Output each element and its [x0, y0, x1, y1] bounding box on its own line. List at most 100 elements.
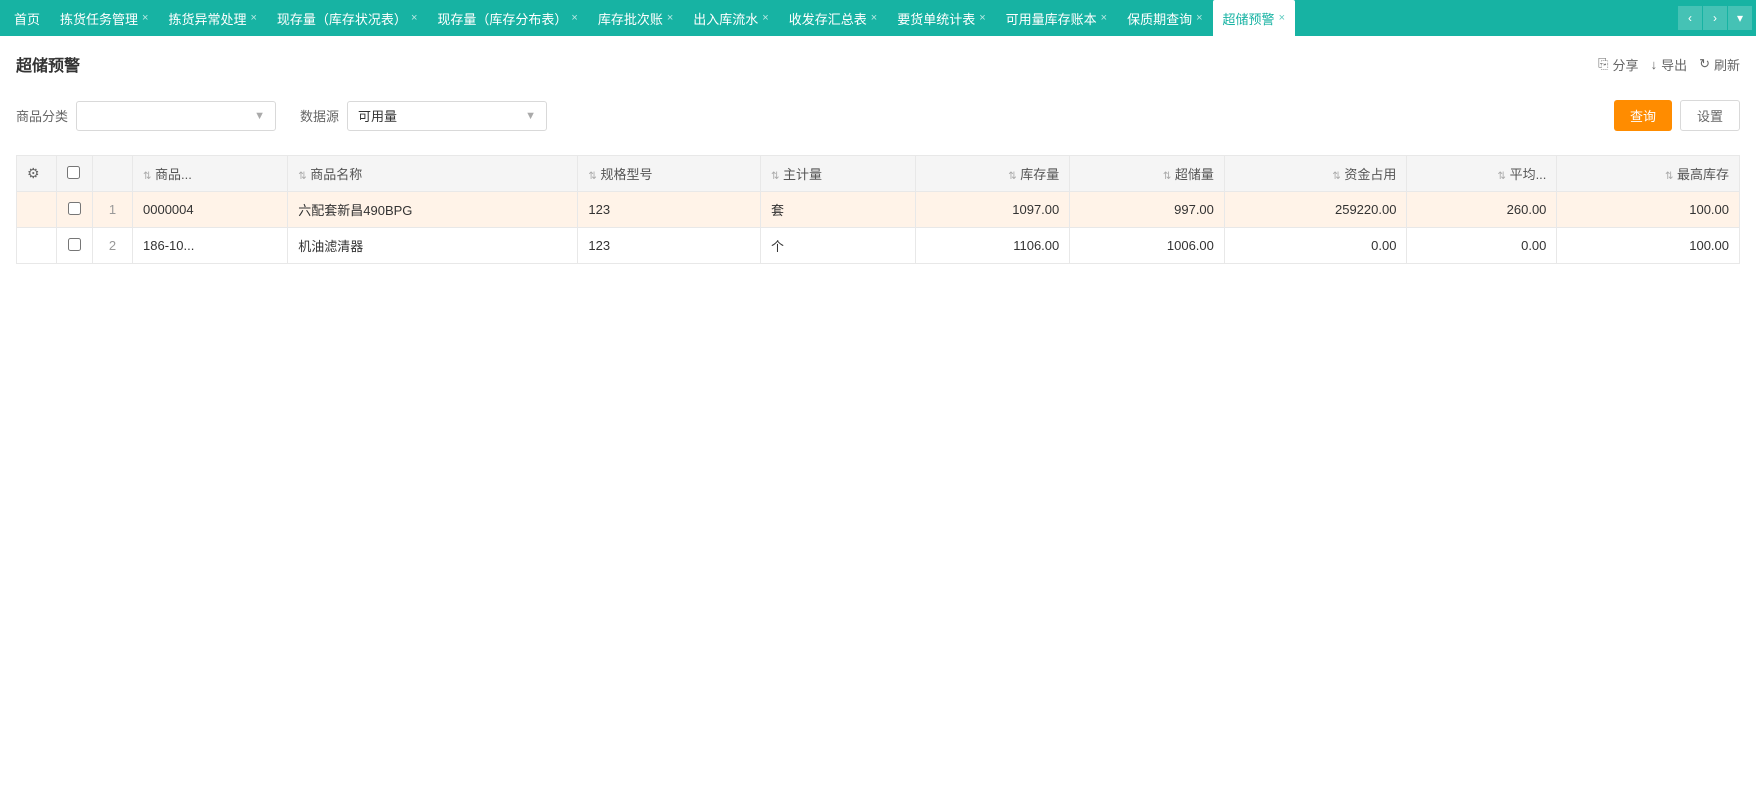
nav-in-out-flow[interactable]: 出入库流水 × — [683, 0, 778, 36]
col-header-spec[interactable]: ⇅ 规格型号 — [578, 156, 761, 192]
nav-order-stats-close[interactable]: × — [979, 12, 985, 24]
row-check-cell[interactable] — [57, 228, 93, 264]
nav-abnormal-label: 拣货异常处理 — [168, 9, 246, 28]
refresh-label: 刷新 — [1714, 55, 1740, 74]
table-body: 1 0000004 六配套新昌490BPG 123 套 1097.00 997.… — [17, 192, 1740, 264]
col-max-stock-label: 最高库存 — [1677, 167, 1729, 182]
select-all-checkbox[interactable] — [67, 166, 80, 179]
col-overstock-label: 超储量 — [1175, 167, 1214, 182]
row-spec: 123 — [578, 192, 761, 228]
row-overstock: 1006.00 — [1070, 228, 1225, 264]
row-avg: 260.00 — [1407, 192, 1557, 228]
filter-buttons: 查询 设置 — [1614, 100, 1740, 131]
header-actions: ⎘ 分享 ↓ 导出 ↻ 刷新 — [1598, 55, 1740, 74]
col-header-overstock[interactable]: ⇅ 超储量 — [1070, 156, 1225, 192]
row-check-cell[interactable] — [57, 192, 93, 228]
nav-order-stats[interactable]: 要货单统计表 × — [887, 0, 995, 36]
nav-batch-account[interactable]: 库存批次账 × — [588, 0, 683, 36]
nav-more-btn[interactable]: ▾ — [1728, 6, 1752, 30]
nav-avail-stock[interactable]: 可用量库存账本 × — [996, 0, 1117, 36]
nav-home[interactable]: 首页 — [4, 0, 50, 36]
refresh-button[interactable]: ↻ 刷新 — [1699, 55, 1740, 74]
nav-stock-dist[interactable]: 现存量（库存分布表） × — [427, 0, 587, 36]
row-product-code: 186-10... — [133, 228, 288, 264]
col-stock-sort-icon: ⇅ — [1008, 171, 1016, 182]
col-header-unit[interactable]: ⇅ 主计量 — [760, 156, 915, 192]
nav-overstock-warn[interactable]: 超储预警 × — [1213, 0, 1295, 36]
col-header-avg[interactable]: ⇅ 平均... — [1407, 156, 1557, 192]
col-product-name-sort-icon: ⇅ — [298, 171, 306, 182]
nav-overstock-warn-close[interactable]: × — [1279, 12, 1285, 24]
table-header-row: ⚙ ⇅ 商品... ⇅ 商品名称 ⇅ 规格型号 — [17, 156, 1740, 192]
col-product-code-label: 商品... — [155, 167, 192, 182]
share-icon: ⎘ — [1598, 56, 1608, 72]
col-stock-label: 库存量 — [1020, 167, 1059, 182]
datasource-select-value: 可用量 — [358, 106, 397, 125]
settings-button[interactable]: 设置 — [1680, 100, 1740, 131]
nav-abnormal[interactable]: 拣货异常处理 × — [158, 0, 266, 36]
nav-next-btn[interactable]: › — [1703, 6, 1727, 30]
page-content: 超储预警 ⎘ 分享 ↓ 导出 ↻ 刷新 商品分类 ▼ 数据源 — [0, 36, 1756, 800]
category-dropdown-icon: ▼ — [254, 110, 265, 122]
col-header-product-code[interactable]: ⇅ 商品... — [133, 156, 288, 192]
nav-arrow-controls: ‹ › ▾ — [1678, 6, 1752, 30]
nav-order-stats-label: 要货单统计表 — [897, 9, 975, 28]
nav-overstock-warn-label: 超储预警 — [1223, 9, 1275, 28]
nav-stock-status-close[interactable]: × — [411, 12, 417, 24]
nav-stock-status[interactable]: 现存量（库存状况表） × — [267, 0, 427, 36]
row-stock: 1097.00 — [915, 192, 1070, 228]
query-button[interactable]: 查询 — [1614, 100, 1672, 131]
nav-in-out-flow-label: 出入库流水 — [693, 9, 758, 28]
row-max-stock: 100.00 — [1557, 228, 1740, 264]
nav-task-mgmt[interactable]: 拣货任务管理 × — [50, 0, 158, 36]
datasource-dropdown-icon: ▼ — [525, 110, 536, 122]
col-product-name-label: 商品名称 — [310, 167, 362, 182]
col-capital-label: 资金占用 — [1344, 167, 1396, 182]
row-checkbox[interactable] — [68, 202, 81, 215]
row-unit: 个 — [760, 228, 915, 264]
refresh-icon: ↻ — [1699, 56, 1710, 72]
export-button[interactable]: ↓ 导出 — [1651, 55, 1688, 74]
export-label: 导出 — [1661, 55, 1687, 74]
nav-quality-check-close[interactable]: × — [1196, 12, 1202, 24]
col-avg-sort-icon: ⇅ — [1498, 171, 1506, 182]
row-max-stock: 100.00 — [1557, 192, 1740, 228]
row-gear-cell — [17, 228, 57, 264]
col-header-capital[interactable]: ⇅ 资金占用 — [1224, 156, 1407, 192]
col-capital-sort-icon: ⇅ — [1332, 171, 1340, 182]
row-unit: 套 — [760, 192, 915, 228]
col-header-gear[interactable]: ⚙ — [17, 156, 57, 192]
nav-task-mgmt-close[interactable]: × — [142, 12, 148, 24]
page-header: 超储预警 ⎘ 分享 ↓ 导出 ↻ 刷新 — [16, 52, 1740, 76]
col-max-stock-sort-icon: ⇅ — [1665, 171, 1673, 182]
share-button[interactable]: ⎘ 分享 — [1598, 55, 1638, 74]
col-header-max-stock[interactable]: ⇅ 最高库存 — [1557, 156, 1740, 192]
row-capital: 259220.00 — [1224, 192, 1407, 228]
nav-prev-btn[interactable]: ‹ — [1678, 6, 1702, 30]
col-header-check[interactable] — [57, 156, 93, 192]
nav-abnormal-close[interactable]: × — [250, 12, 256, 24]
col-spec-label: 规格型号 — [600, 167, 652, 182]
nav-stock-dist-label: 现存量（库存分布表） — [437, 9, 567, 28]
category-select[interactable]: ▼ — [76, 101, 276, 131]
nav-recv-send-sum[interactable]: 收发存汇总表 × — [779, 0, 887, 36]
row-checkbox[interactable] — [68, 238, 81, 251]
nav-in-out-flow-close[interactable]: × — [762, 12, 768, 24]
datasource-select[interactable]: 可用量 ▼ — [347, 101, 547, 131]
nav-home-label: 首页 — [14, 9, 40, 28]
nav-stock-dist-close[interactable]: × — [571, 12, 577, 24]
row-product-name: 六配套新昌490BPG — [288, 192, 578, 228]
table-head: ⚙ ⇅ 商品... ⇅ 商品名称 ⇅ 规格型号 — [17, 156, 1740, 192]
gear-icon[interactable]: ⚙ — [27, 165, 40, 181]
nav-avail-stock-close[interactable]: × — [1101, 12, 1107, 24]
data-table: ⚙ ⇅ 商品... ⇅ 商品名称 ⇅ 规格型号 — [16, 155, 1740, 264]
filter-area: 商品分类 ▼ 数据源 可用量 ▼ 查询 设置 — [16, 92, 1740, 139]
nav-quality-check[interactable]: 保质期查询 × — [1117, 0, 1212, 36]
row-stock: 1106.00 — [915, 228, 1070, 264]
col-header-product-name[interactable]: ⇅ 商品名称 — [288, 156, 578, 192]
col-header-stock[interactable]: ⇅ 库存量 — [915, 156, 1070, 192]
row-capital: 0.00 — [1224, 228, 1407, 264]
nav-batch-account-close[interactable]: × — [667, 12, 673, 24]
nav-recv-send-sum-close[interactable]: × — [871, 12, 877, 24]
row-overstock: 997.00 — [1070, 192, 1225, 228]
